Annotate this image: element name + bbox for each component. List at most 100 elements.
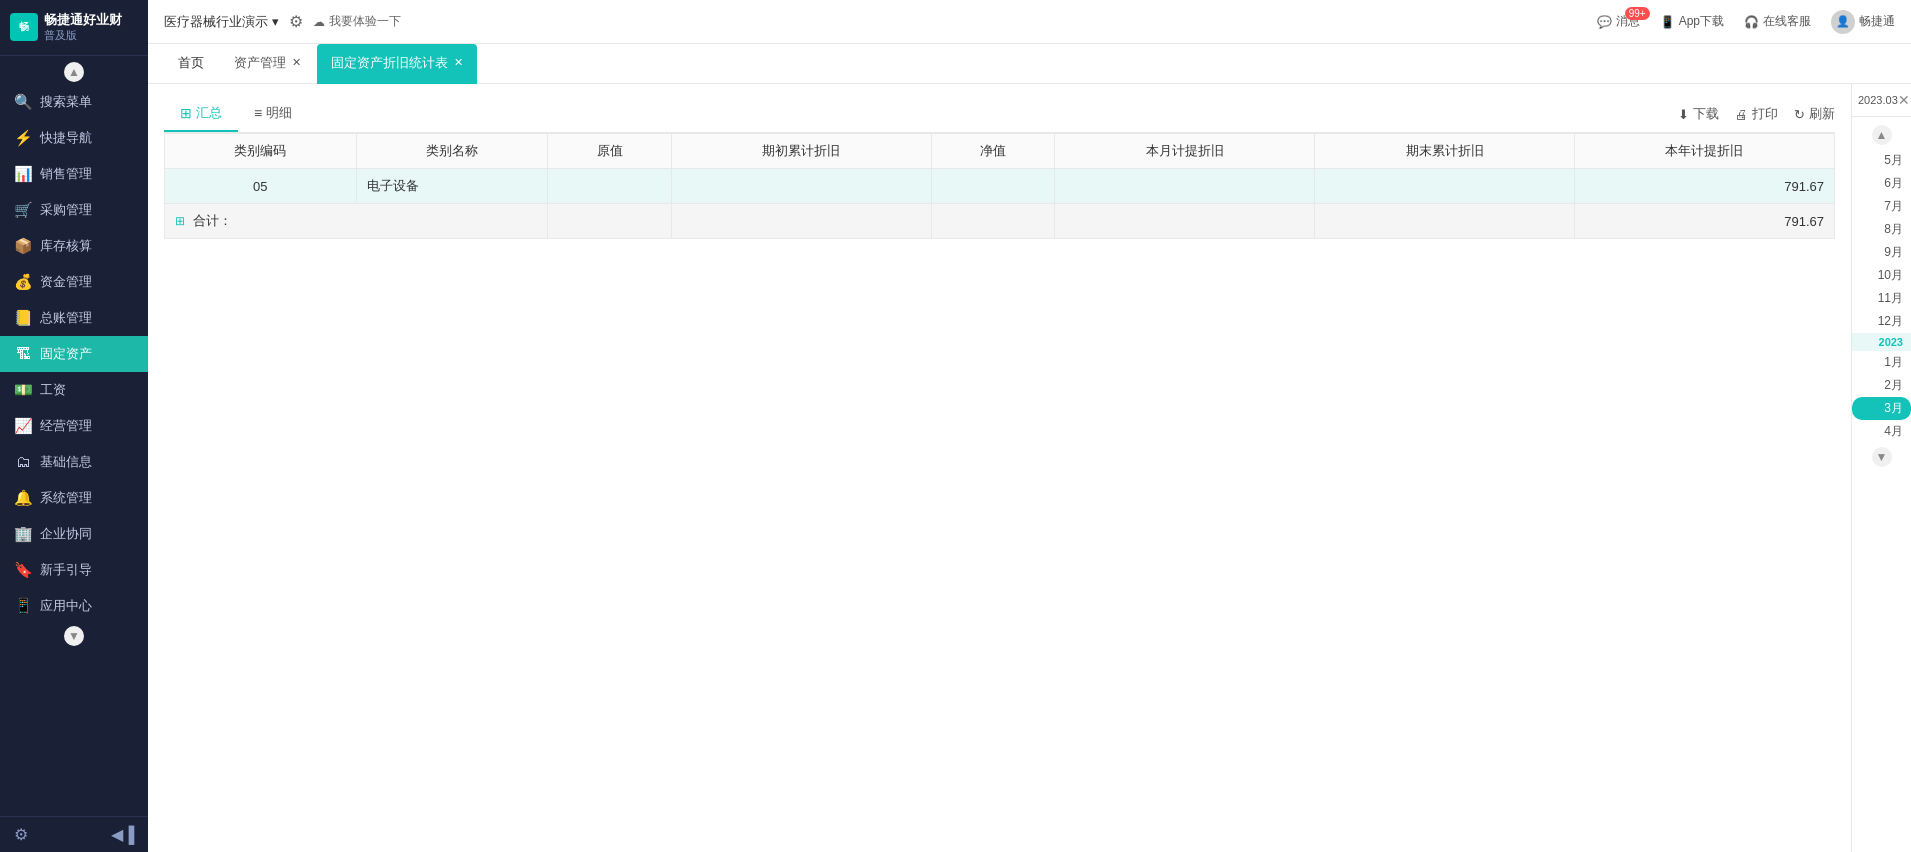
refresh-label: 刷新 [1809,105,1835,123]
message-btn[interactable]: 💬 消息 99+ [1597,13,1640,30]
month-11[interactable]: 11月 [1852,287,1911,310]
month-1[interactable]: 1月 [1852,351,1911,374]
print-btn[interactable]: 🖨 打印 [1735,105,1778,123]
tab-depreciation-close[interactable]: ✕ [454,56,463,69]
tab-depreciation-report[interactable]: 固定资产折旧统计表 ✕ [317,44,477,84]
month-5[interactable]: 5月 [1852,149,1911,172]
download-icon: ⬇ [1678,107,1689,122]
month-2[interactable]: 2月 [1852,374,1911,397]
operation-icon: 📈 [14,417,32,435]
cell-initial-dep [671,169,931,204]
sidebar-label-operation: 经营管理 [40,417,92,435]
total-ending-dep [1315,204,1575,239]
date-scroll-up-btn[interactable]: ▲ [1872,125,1892,145]
detail-icon: ≡ [254,105,262,121]
month-7[interactable]: 7月 [1852,195,1911,218]
cell-monthly-dep [1055,169,1315,204]
month-8[interactable]: 8月 [1852,218,1911,241]
experience-btn[interactable]: ☁ 我要体验一下 [313,13,401,30]
content-area: ⊞ 汇总 ≡ 明细 ⬇ 下载 🖨 打印 [148,84,1911,852]
payroll-icon: 💵 [14,381,32,399]
online-service-label: 在线客服 [1763,13,1811,30]
sub-tab-detail[interactable]: ≡ 明细 [238,96,308,132]
scroll-up-btn[interactable]: ▲ [64,62,84,82]
sidebar-item-payroll[interactable]: 💵 工资 [0,372,148,408]
panel-icons: ✕ ⤢ [1898,92,1911,108]
sidebar-footer: ⚙ ◀▐ [0,816,148,852]
sidebar-label-guide: 新手引导 [40,561,92,579]
sidebar-item-system[interactable]: 🔔 系统管理 [0,480,148,516]
settings-icon[interactable]: ⚙ [14,825,28,844]
experience-label: 我要体验一下 [329,13,401,30]
company-selector[interactable]: 医疗器械行业演示 ▾ [164,13,279,31]
sidebar-item-inventory[interactable]: 📦 库存核算 [0,228,148,264]
panel-header: 2023.03 ✕ ⤢ [1852,84,1911,117]
sidebar-label-basic-info: 基础信息 [40,453,92,471]
breadcrumb-bar: 首页 资产管理 ✕ 固定资产折旧统计表 ✕ [148,44,1911,84]
sidebar-item-finance[interactable]: 💰 资金管理 [0,264,148,300]
col-annual-dep: 本年计提折旧 [1574,134,1834,169]
enterprise-icon: 🏢 [14,525,32,543]
panel-close-icon[interactable]: ✕ [1898,92,1910,108]
sidebar-item-sales[interactable]: 📊 销售管理 [0,156,148,192]
detail-label: 明细 [266,104,292,122]
month-4[interactable]: 4月 [1852,420,1911,443]
total-annual-dep: 791.67 [1574,204,1834,239]
tab-home[interactable]: 首页 [164,44,218,84]
ledger-icon: 📒 [14,309,32,327]
search-icon: 🔍 [14,93,32,111]
topbar-settings-icon[interactable]: ⚙ [289,12,303,31]
tab-asset-close[interactable]: ✕ [292,56,301,69]
month-6[interactable]: 6月 [1852,172,1911,195]
sidebar-item-guide[interactable]: 🔖 新手引导 [0,552,148,588]
finance-icon: 💰 [14,273,32,291]
refresh-btn[interactable]: ↻ 刷新 [1794,105,1835,123]
app-title: 畅捷通好业财 [44,12,122,28]
user-menu[interactable]: 👤 畅捷通 [1831,10,1895,34]
sidebar-item-quick-nav[interactable]: ⚡ 快捷导航 [0,120,148,156]
col-monthly-dep: 本月计提折旧 [1055,134,1315,169]
app-center-icon: 📱 [14,597,32,615]
app-download-btn[interactable]: 📱 App下载 [1660,13,1724,30]
app-title-block: 畅捷通好业财 普及版 [44,12,122,43]
main-area: 医疗器械行业演示 ▾ ⚙ ☁ 我要体验一下 💬 消息 99+ 📱 App下载 🎧… [148,0,1911,852]
month-12[interactable]: 12月 [1852,310,1911,333]
sidebar-label-finance: 资金管理 [40,273,92,291]
topbar: 医疗器械行业演示 ▾ ⚙ ☁ 我要体验一下 💬 消息 99+ 📱 App下载 🎧… [148,0,1911,44]
download-btn[interactable]: ⬇ 下载 [1678,105,1719,123]
collapse-icon[interactable]: ◀▐ [111,825,134,844]
sidebar-label-quick-nav: 快捷导航 [40,129,92,147]
sidebar-nav: ▲ 🔍 搜索菜单 ⚡ 快捷导航 📊 销售管理 🛒 采购管理 📦 库存核算 💰 资… [0,56,148,816]
sidebar-item-operation[interactable]: 📈 经营管理 [0,408,148,444]
headset-icon: 🎧 [1744,15,1759,29]
sidebar-item-purchase[interactable]: 🛒 采购管理 [0,192,148,228]
avatar: 👤 [1831,10,1855,34]
month-3-active[interactable]: 3月 [1852,397,1911,420]
month-10[interactable]: 10月 [1852,264,1911,287]
tab-asset-label: 资产管理 [234,54,286,72]
sidebar-item-enterprise[interactable]: 🏢 企业协同 [0,516,148,552]
date-panel: 2023.03 ✕ ⤢ ▲ 5月 6月 7月 8月 9月 10月 11月 12月… [1851,84,1911,852]
scroll-down-btn[interactable]: ▼ [64,626,84,646]
sidebar-item-basic-info[interactable]: 🗂 基础信息 [0,444,148,480]
sidebar-label-system: 系统管理 [40,489,92,507]
tab-asset-management[interactable]: 资产管理 ✕ [220,44,315,84]
sidebar-label-enterprise: 企业协同 [40,525,92,543]
total-expand-icon: ⊞ [175,214,185,228]
sidebar-item-app-center[interactable]: 📱 应用中心 [0,588,148,624]
date-scroll-down-btn[interactable]: ▼ [1872,447,1892,467]
sidebar: 畅 畅捷通好业财 普及版 ▲ 🔍 搜索菜单 ⚡ 快捷导航 📊 销售管理 🛒 采购… [0,0,148,852]
sidebar-item-ledger[interactable]: 📒 总账管理 [0,300,148,336]
sidebar-item-search[interactable]: 🔍 搜索菜单 [0,84,148,120]
sales-icon: 📊 [14,165,32,183]
col-initial-dep: 期初累计折旧 [671,134,931,169]
month-9[interactable]: 9月 [1852,241,1911,264]
summary-icon: ⊞ [180,105,192,121]
tab-depreciation-label: 固定资产折旧统计表 [331,54,448,72]
sidebar-item-fixed-assets[interactable]: 🏗 固定资产 [0,336,148,372]
app-subtitle: 普及版 [44,28,122,43]
sidebar-header: 畅 畅捷通好业财 普及版 [0,0,148,56]
online-service-btn[interactable]: 🎧 在线客服 [1744,13,1811,30]
sub-tab-summary[interactable]: ⊞ 汇总 [164,96,238,132]
message-badge: 99+ [1625,7,1650,20]
